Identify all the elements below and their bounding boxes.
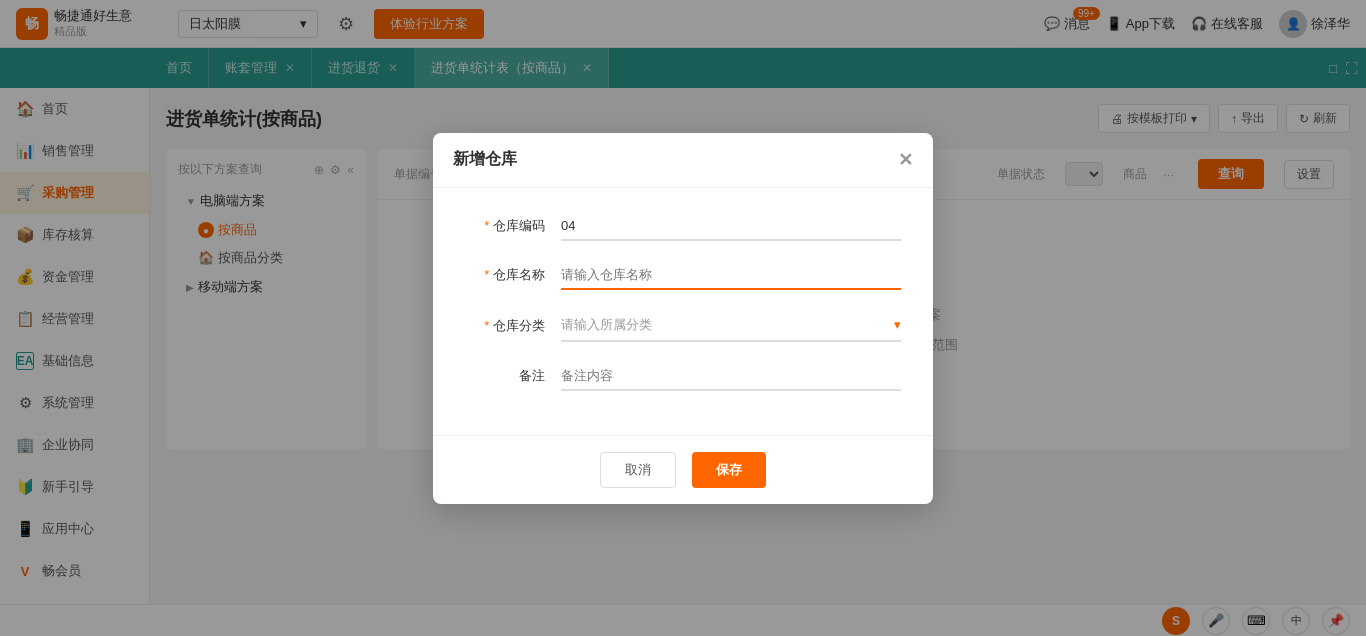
category-label: * 仓库分类 [465,317,545,335]
category-select[interactable]: 请输入所属分类 ▾ [561,310,901,342]
form-row-note: 备注 [465,362,901,391]
required-star: * [484,267,489,282]
new-warehouse-modal: 新增仓库 ✕ * 仓库编码 * 仓库名称 [433,133,933,504]
required-star: * [484,218,489,233]
code-input[interactable] [561,212,901,241]
required-star: * [484,318,489,333]
note-input[interactable] [561,362,901,391]
chevron-down-icon: ▾ [894,317,901,332]
modal-title: 新增仓库 [453,149,517,170]
modal-close-button[interactable]: ✕ [898,149,913,171]
form-row-name: * 仓库名称 [465,261,901,290]
modal-header: 新增仓库 ✕ [433,133,933,188]
category-placeholder: 请输入所属分类 [561,316,652,334]
name-input[interactable] [561,261,901,290]
cancel-button[interactable]: 取消 [600,452,676,488]
note-label: 备注 [465,367,545,385]
modal-body: * 仓库编码 * 仓库名称 * 仓库分类 请输入 [433,188,933,435]
name-label: * 仓库名称 [465,266,545,284]
modal-footer: 取消 保存 [433,435,933,504]
form-row-code: * 仓库编码 [465,212,901,241]
modal-overlay: 新增仓库 ✕ * 仓库编码 * 仓库名称 [0,0,1366,636]
save-button[interactable]: 保存 [692,452,766,488]
code-label: * 仓库编码 [465,217,545,235]
form-row-category: * 仓库分类 请输入所属分类 ▾ [465,310,901,342]
